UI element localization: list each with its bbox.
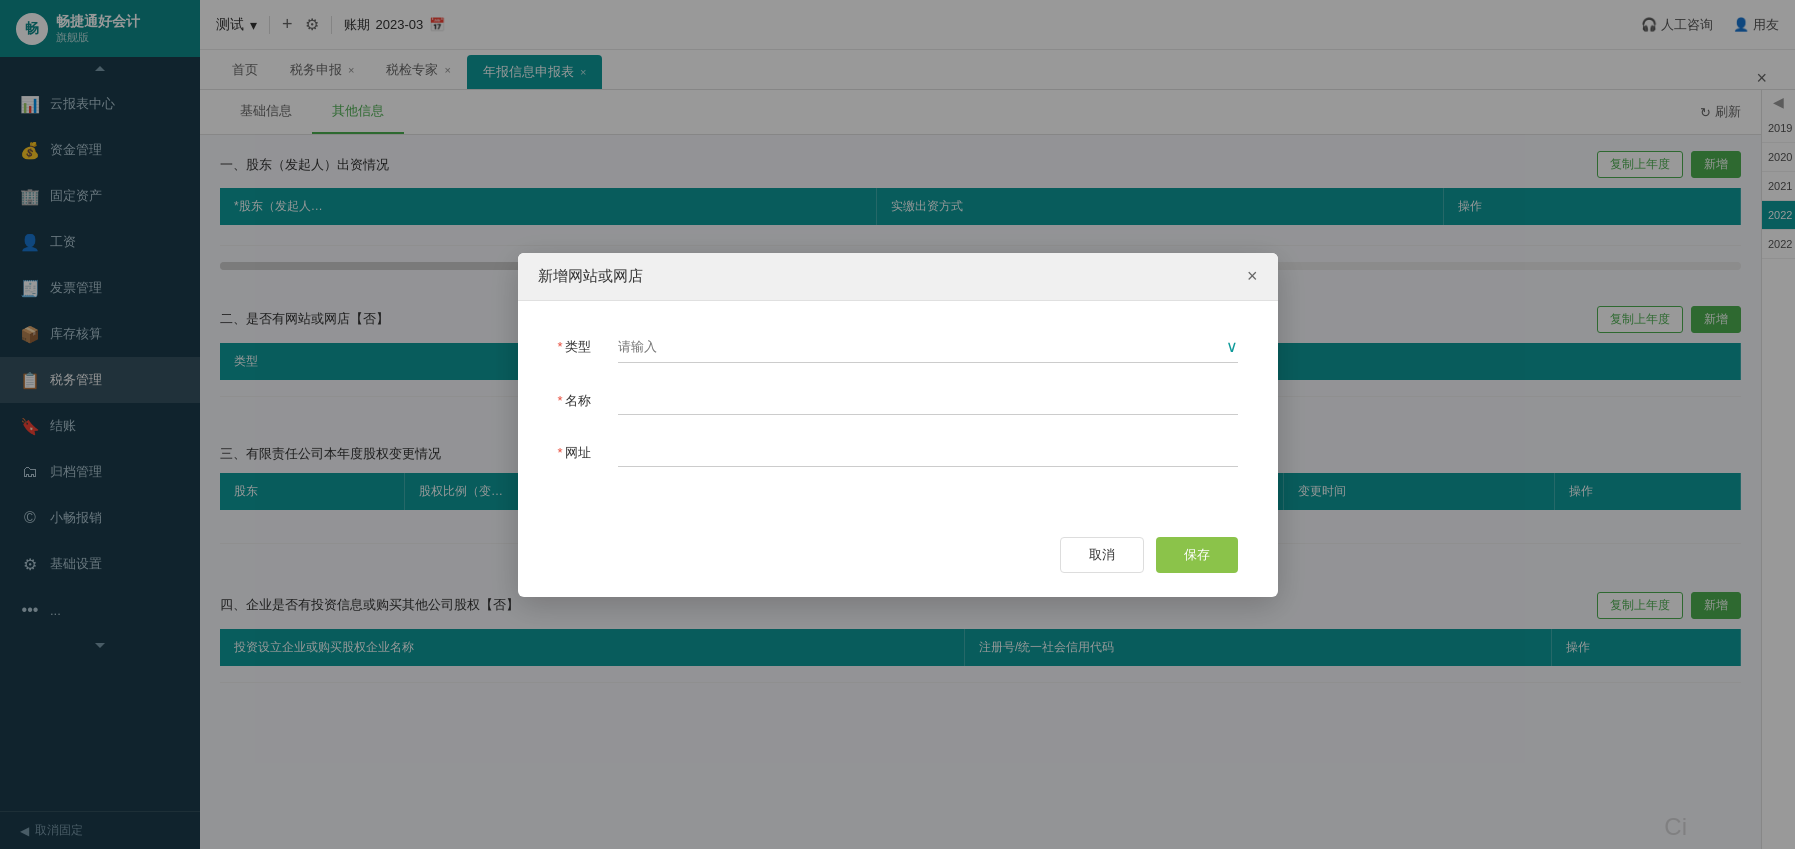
dialog-footer: 取消 保存 — [518, 521, 1278, 597]
dialog-title: 新增网站或网店 — [538, 267, 643, 286]
dialog-cancel-button[interactable]: 取消 — [1060, 537, 1144, 573]
dialog-save-button[interactable]: 保存 — [1156, 537, 1238, 573]
dialog-url-input[interactable] — [618, 439, 1238, 466]
dialog-field-name: *名称 — [558, 387, 1238, 415]
dialog-type-input[interactable] — [618, 339, 1226, 354]
dialog-field-type: *类型 ∨ — [558, 331, 1238, 363]
dialog-close-button[interactable]: × — [1247, 267, 1258, 285]
modal-overlay[interactable]: 新增网站或网店 × *类型 ∨ *名称 — [0, 0, 1795, 849]
dialog-url-label: *网址 — [558, 444, 618, 462]
dialog-url-input-wrapper — [618, 439, 1238, 467]
dialog-name-label: *名称 — [558, 392, 618, 410]
add-website-dialog: 新增网站或网店 × *类型 ∨ *名称 — [518, 253, 1278, 597]
dialog-type-select-wrapper[interactable]: ∨ — [618, 331, 1238, 363]
dialog-type-chevron-icon: ∨ — [1226, 337, 1238, 356]
dialog-name-input[interactable] — [618, 387, 1238, 414]
dialog-header: 新增网站或网店 × — [518, 253, 1278, 301]
dialog-name-input-wrapper — [618, 387, 1238, 415]
dialog-type-label: *类型 — [558, 338, 618, 356]
dialog-body: *类型 ∨ *名称 *网址 — [518, 301, 1278, 521]
dialog-field-url: *网址 — [558, 439, 1238, 467]
